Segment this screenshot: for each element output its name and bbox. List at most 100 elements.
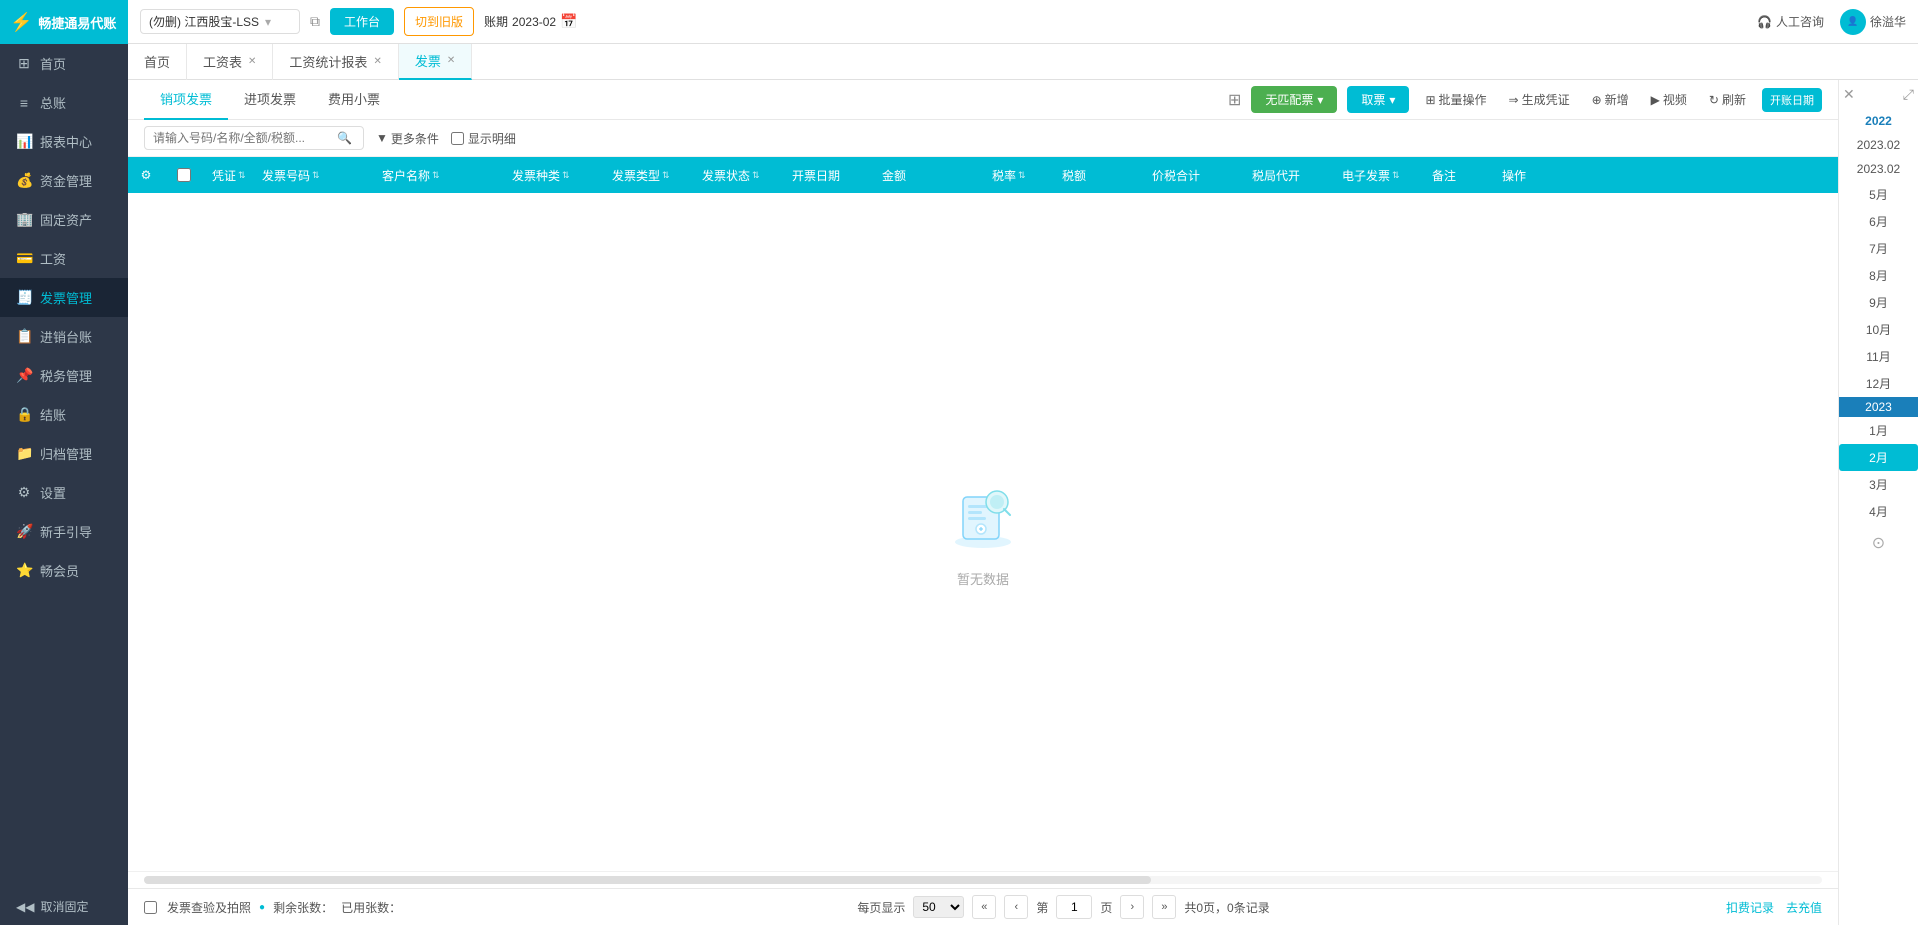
th-action[interactable]: 操作 [1494,167,1554,184]
date-7[interactable]: 7月 [1839,235,1918,262]
prev-page-button[interactable]: ‹ [1004,895,1028,919]
table-header: ⚙ 凭证 ⇅ 发票号码 ⇅ 客户名称 ⇅ 发票种类 ⇅ [128,157,1838,193]
pagination: 每页显示 50 100 « ‹ 第 页 › » 共0页，0条记录 [857,895,1269,919]
sidebar-item-purchase[interactable]: 📋 进销台账 [0,317,128,356]
date-6[interactable]: 6月 [1839,208,1918,235]
first-page-button[interactable]: « [972,895,996,919]
th-amount[interactable]: 金额 [874,167,984,184]
settings-icon: ⚙ [16,484,32,501]
assets-icon: 🏢 [16,211,32,228]
sidebar-item-home[interactable]: ⊞ 首页 [0,44,128,83]
year-2022-header[interactable]: 2022 [1839,109,1918,133]
open-period-button[interactable]: 开账日期 [1762,88,1822,112]
date-2023-2[interactable]: 2月 [1839,444,1918,471]
new-icon: ⊕ [1592,93,1602,107]
th-invoice-no[interactable]: 发票号码 ⇅ [254,167,374,184]
tab-home[interactable]: 首页 [128,44,187,80]
subtab-sales[interactable]: 销项发票 [144,80,228,120]
sidebar-item-member[interactable]: ⭐ 畅会员 [0,551,128,590]
th-cert[interactable]: 凭证 ⇅ [204,167,254,184]
tab-salary-stat[interactable]: 工资统计报表 ✕ [273,44,398,80]
th-tax[interactable]: 税额 [1054,167,1144,184]
date-8[interactable]: 8月 [1839,262,1918,289]
sidebar-item-ledger[interactable]: ≡ 总账 [0,83,128,122]
sidebar-item-newbie[interactable]: 🚀 新手引导 [0,512,128,551]
more-conditions-button[interactable]: ▼ 更多条件 [376,130,439,147]
date-2023-4[interactable]: 4月 [1839,498,1918,525]
subtab-purchase[interactable]: 进项发票 [228,80,312,120]
th-total[interactable]: 价税合计 [1144,167,1244,184]
sidebar-item-reports[interactable]: 📊 报表中心 [0,122,128,161]
select-all-checkbox[interactable] [177,168,191,182]
sidebar-item-invoices[interactable]: 🧾 发票管理 [0,278,128,317]
deduct-record-link[interactable]: 扣费记录 [1726,899,1774,916]
batch-op-button[interactable]: ⊞ 批量操作 [1419,86,1492,113]
grid-layout-icon[interactable]: ⊞ [1228,90,1241,110]
per-page-select[interactable]: 50 100 [913,896,964,918]
date-9[interactable]: 9月 [1839,289,1918,316]
th-tax-rate[interactable]: 税率 ⇅ [984,167,1054,184]
company-selector[interactable]: (勿删) 江西股宝-LSS ▾ [140,9,300,34]
refresh-button[interactable]: ↻ 刷新 [1703,86,1752,113]
date-12[interactable]: 12月 [1839,370,1918,397]
tab-close-invoice[interactable]: ✕ [447,55,455,66]
workspace-button[interactable]: 工作台 [330,8,394,35]
sidebar-item-settings[interactable]: ⚙ 设置 [0,473,128,512]
copy-icon[interactable]: ⧉ [310,13,320,30]
new-button[interactable]: ⊕ 新增 [1586,86,1635,113]
last-page-button[interactable]: » [1152,895,1176,919]
page-input[interactable] [1056,895,1092,919]
th-tax-code[interactable]: 税局代开 [1244,167,1334,184]
date-2023-1[interactable]: 1月 [1839,417,1918,444]
period-calendar-icon[interactable]: 📅 [560,13,577,30]
sidebar-item-archive[interactable]: 📁 归档管理 [0,434,128,473]
th-status[interactable]: 发票状态 ⇅ [694,167,784,184]
th-remark[interactable]: 备注 [1424,167,1494,184]
tab-close-salary-stat[interactable]: ✕ [373,56,381,67]
tab-salary-table[interactable]: 工资表 ✕ [187,44,273,80]
cert-sort-icon: ⇅ [238,170,246,181]
date-2022-02[interactable]: 2023.02 [1839,133,1918,157]
tab-invoice[interactable]: 发票 ✕ [399,44,472,80]
search-input[interactable] [153,131,333,145]
expand-panel-icon[interactable]: ⤢ [1903,86,1914,103]
sidebar-bottom-pin[interactable]: ◀◀ 取消固定 [0,888,128,925]
video-button[interactable]: ▶ 视频 [1645,86,1693,113]
date-2023-3[interactable]: 3月 [1839,471,1918,498]
th-settings[interactable]: ⚙ [128,168,164,182]
sidebar-item-salary[interactable]: 💳 工资 [0,239,128,278]
sidebar-item-assets[interactable]: 🏢 固定资产 [0,200,128,239]
year-2023-header[interactable]: 2023 [1839,397,1918,417]
logo-icon: ⚡ [10,12,32,33]
date-5[interactable]: 5月 [1839,181,1918,208]
recharge-link[interactable]: 去充值 [1786,899,1822,916]
date-11[interactable]: 11月 [1839,343,1918,370]
next-page-button[interactable]: › [1120,895,1144,919]
date-10[interactable]: 10月 [1839,316,1918,343]
old-version-button[interactable]: 切到旧版 [404,7,474,36]
tab-close-salary-table[interactable]: ✕ [248,56,256,67]
search-box[interactable]: 🔍 [144,126,364,150]
sidebar-item-funds[interactable]: 💰 资金管理 [0,161,128,200]
th-check[interactable] [164,168,204,182]
user-menu[interactable]: 👤 徐溢华 [1840,9,1906,35]
show-detail-check[interactable] [451,132,464,145]
no-match-button[interactable]: 无匹配票 ▾ [1251,86,1337,113]
th-date[interactable]: 开票日期 [784,167,874,184]
invoice-check-checkbox[interactable] [144,901,157,914]
support-link[interactable]: 🎧 人工咨询 [1757,13,1824,30]
sidebar-item-closing[interactable]: 🔒 结账 [0,395,128,434]
show-detail-checkbox[interactable]: 显示明细 [451,130,516,147]
th-inv-type[interactable]: 发票种类 ⇅ [504,167,604,184]
subtab-expense[interactable]: 费用小票 [312,80,396,120]
period-info: 账期 2023-02 📅 [484,13,578,30]
gen-voucher-button[interactable]: ⇒ 生成凭证 [1503,86,1576,113]
date-2022-02b[interactable]: 2023.02 [1839,157,1918,181]
take-ticket-button[interactable]: 取票 ▾ [1347,86,1409,113]
close-panel-icon[interactable]: ✕ [1843,86,1855,103]
th-elec[interactable]: 电子发票 ⇅ [1334,167,1424,184]
sidebar-item-tax[interactable]: 📌 税务管理 [0,356,128,395]
th-customer[interactable]: 客户名称 ⇅ [374,167,504,184]
invoice-panel: 销项发票 进项发票 费用小票 ⊞ 无匹配票 ▾ 取票 ▾ [128,80,1838,925]
th-inv-category[interactable]: 发票类型 ⇅ [604,167,694,184]
